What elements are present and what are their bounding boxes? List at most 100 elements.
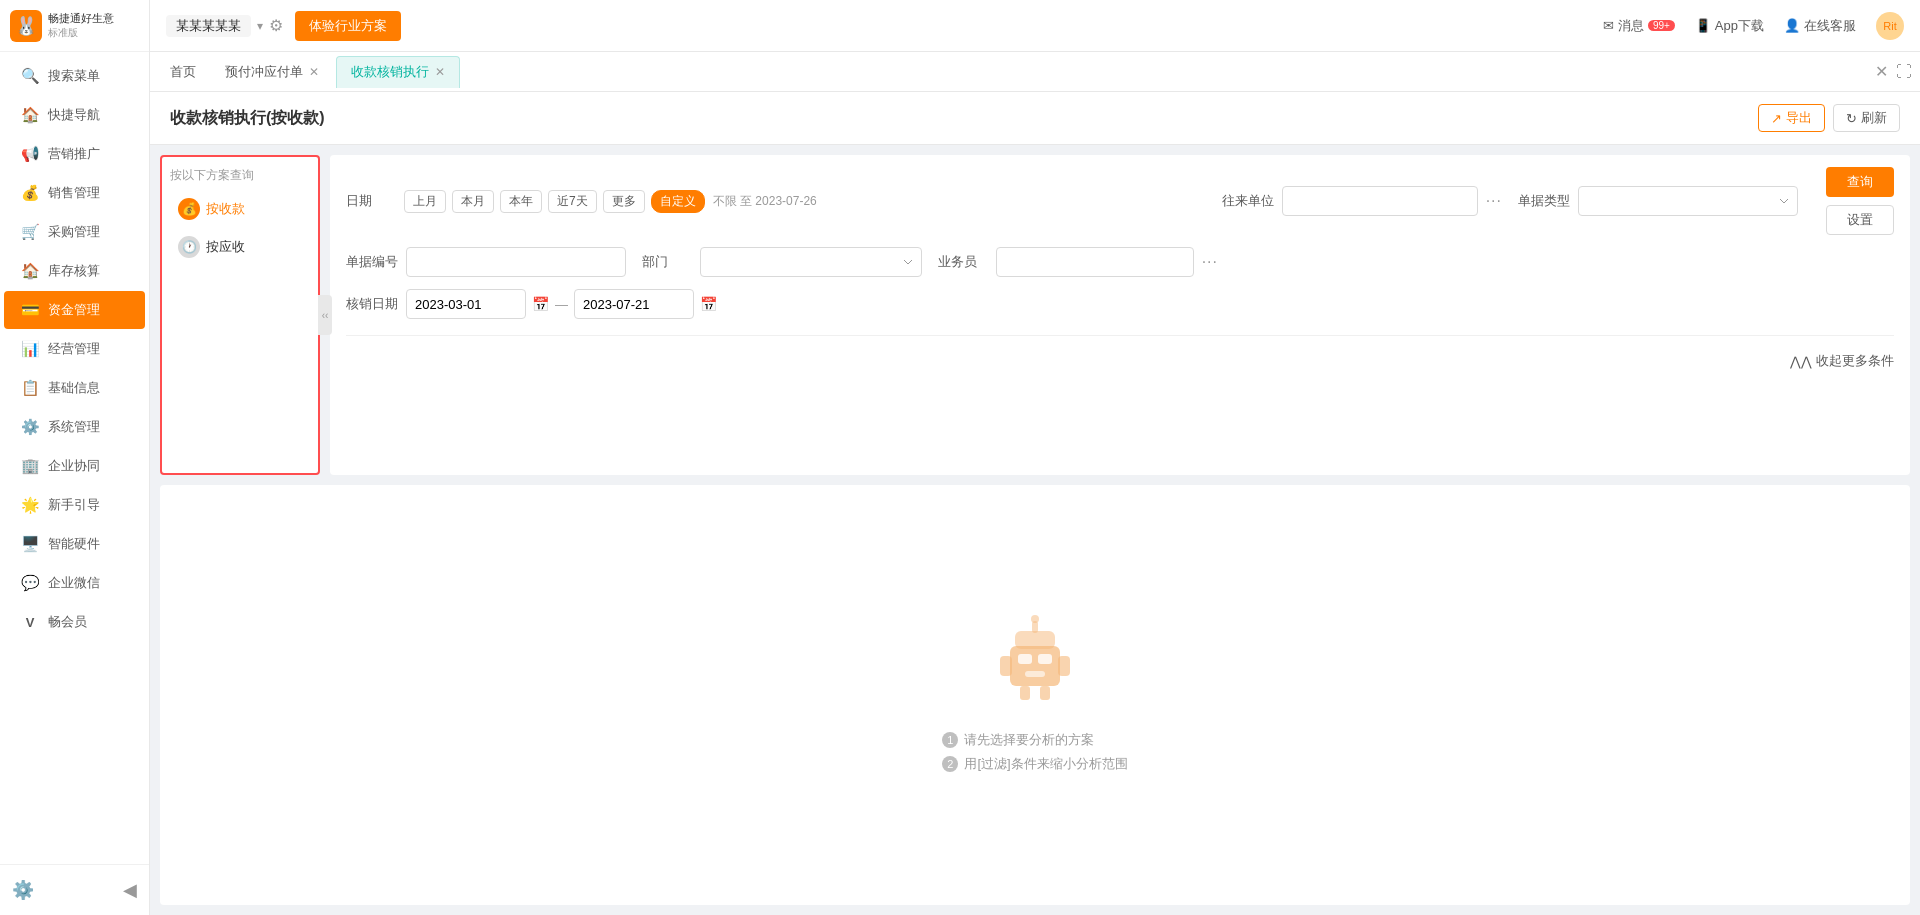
svg-rect-7: [1040, 686, 1050, 700]
empty-illustration: [985, 611, 1085, 711]
basic-icon: 📋: [20, 379, 40, 397]
close-tab-icon[interactable]: ✕: [1875, 62, 1888, 81]
sidebar-item-label: 资金管理: [48, 301, 100, 319]
tab-bar: 首页 预付冲应付单 ✕ 收款核销执行 ✕ ✕ ⛶: [150, 52, 1920, 92]
verify-date-end-input[interactable]: [574, 289, 694, 319]
query-option-receipt[interactable]: 💰 按收款: [170, 192, 310, 226]
doc-type-select[interactable]: [1578, 186, 1798, 216]
setting-button[interactable]: 设置: [1826, 205, 1894, 235]
sidebar-item-enterprise[interactable]: 🏢 企业协同: [4, 447, 145, 485]
dropdown-arrow-icon[interactable]: ▾: [257, 19, 263, 33]
solution-button[interactable]: 体验行业方案: [295, 11, 401, 41]
sidebar-item-hardware[interactable]: 🖥️ 智能硬件: [4, 525, 145, 563]
settings-icon[interactable]: ⚙️: [4, 875, 42, 905]
content-area: 收款核销执行(按收款) ↗ 导出 ↻ 刷新 按以下方案查询 💰 按收款: [150, 92, 1920, 915]
counterpart-input[interactable]: [1282, 186, 1478, 216]
refresh-icon: ↻: [1846, 111, 1857, 126]
marketing-icon: 📢: [20, 145, 40, 163]
svg-rect-0: [1010, 646, 1060, 686]
app-download-button[interactable]: 📱 App下载: [1695, 17, 1764, 35]
sidebar-item-label: 畅会员: [48, 613, 87, 631]
settings-gear-icon[interactable]: ⚙: [269, 16, 283, 35]
svg-rect-2: [1038, 654, 1052, 664]
verify-date-label: 核销日期: [346, 295, 398, 313]
user-avatar[interactable]: Rit: [1876, 12, 1904, 40]
receivable-option-label: 按应收: [206, 238, 245, 256]
counterpart-more-icon[interactable]: ···: [1486, 192, 1502, 210]
logo-text-area: 畅捷通好生意 标准版: [48, 11, 114, 39]
cal-start-icon[interactable]: 📅: [532, 296, 549, 312]
last-month-button[interactable]: 上月: [404, 190, 446, 213]
empty-tip-1: 1 请先选择要分析的方案: [942, 731, 1127, 749]
last-7-days-button[interactable]: 近7天: [548, 190, 597, 213]
sidebar-item-search[interactable]: 🔍 搜索菜单: [4, 57, 145, 95]
sidebar-item-marketing[interactable]: 📢 营销推广: [4, 135, 145, 173]
date-label: 日期: [346, 192, 396, 210]
svg-rect-5: [1058, 656, 1070, 676]
sidebar-item-label: 经营管理: [48, 340, 100, 358]
member-icon: V: [20, 615, 40, 630]
this-month-button[interactable]: 本月: [452, 190, 494, 213]
query-option-receivable[interactable]: 🕐 按应收: [170, 230, 310, 264]
logo-icon: 🐰: [10, 10, 42, 42]
expand-tab-icon[interactable]: ⛶: [1896, 63, 1912, 81]
tab-prepay[interactable]: 预付冲应付单 ✕: [210, 56, 334, 88]
sidebar-item-operation[interactable]: 📊 经营管理: [4, 330, 145, 368]
sidebar-item-sales[interactable]: 💰 销售管理: [4, 174, 145, 212]
svg-rect-3: [1025, 671, 1045, 677]
collapse-sidebar-icon[interactable]: ◀: [115, 875, 145, 905]
sidebar-item-wechat[interactable]: 💬 企业微信: [4, 564, 145, 602]
search-icon: 🔍: [20, 67, 40, 85]
service-label: 在线客服: [1804, 17, 1856, 35]
dept-select[interactable]: [700, 247, 922, 277]
this-year-button[interactable]: 本年: [500, 190, 542, 213]
system-icon: ⚙️: [20, 418, 40, 436]
custom-date-button[interactable]: 自定义: [651, 190, 705, 213]
tab-home[interactable]: 首页: [158, 63, 208, 81]
logo-title: 畅捷通好生意: [48, 11, 114, 25]
sidebar-item-purchase[interactable]: 🛒 采购管理: [4, 213, 145, 251]
tab-receivable-close-icon[interactable]: ✕: [435, 65, 445, 79]
receipt-option-icon: 💰: [178, 198, 200, 220]
sidebar-item-label: 快捷导航: [48, 106, 100, 124]
staff-input[interactable]: [996, 247, 1194, 277]
sidebar-item-label: 系统管理: [48, 418, 100, 436]
header-right: ✉ 消息 99+ 📱 App下载 👤 在线客服 Rit: [1603, 12, 1904, 40]
doc-no-input[interactable]: [406, 247, 626, 277]
staff-more-icon[interactable]: ···: [1202, 253, 1218, 271]
sidebar-item-system[interactable]: ⚙️ 系统管理: [4, 408, 145, 446]
sidebar-item-label: 销售管理: [48, 184, 100, 202]
sidebar-item-label: 智能硬件: [48, 535, 100, 553]
receivable-option-icon: 🕐: [178, 236, 200, 258]
guide-icon: 🌟: [20, 496, 40, 514]
sidebar-item-quicknav[interactable]: 🏠 快捷导航: [4, 96, 145, 134]
verify-date-range: 📅 — 📅: [406, 289, 717, 319]
verify-date-start-input[interactable]: [406, 289, 526, 319]
sidebar-item-basic[interactable]: 📋 基础信息: [4, 369, 145, 407]
tip-num-2: 2: [942, 756, 958, 772]
sidebar-item-label: 企业微信: [48, 574, 100, 592]
more-date-button[interactable]: 更多: [603, 190, 645, 213]
doc-no-label: 单据编号: [346, 253, 398, 271]
export-button[interactable]: ↗ 导出: [1758, 104, 1825, 132]
query-panel: 按以下方案查询 💰 按收款 🕐 按应收 ‹‹: [160, 155, 320, 475]
tab-prepay-close-icon[interactable]: ✕: [309, 65, 319, 79]
sidebar-item-guide[interactable]: 🌟 新手引导: [4, 486, 145, 524]
query-button[interactable]: 查询: [1826, 167, 1894, 197]
sales-icon: 💰: [20, 184, 40, 202]
svg-rect-4: [1000, 656, 1012, 676]
filter-row-3: 核销日期 📅 — 📅: [346, 289, 1894, 319]
panel-collapse-button[interactable]: ‹‹: [318, 295, 332, 335]
message-button[interactable]: ✉ 消息 99+: [1603, 17, 1675, 35]
collapse-more-button[interactable]: ⋀⋀ 收起更多条件: [1790, 348, 1894, 374]
sidebar-item-member[interactable]: V 畅会员: [4, 603, 145, 641]
tab-receivable[interactable]: 收款核销执行 ✕: [336, 56, 460, 88]
sidebar-item-inventory[interactable]: 🏠 库存核算: [4, 252, 145, 290]
cal-end-icon[interactable]: 📅: [700, 296, 717, 312]
tip-num-1: 1: [942, 732, 958, 748]
online-service-button[interactable]: 👤 在线客服: [1784, 17, 1856, 35]
refresh-button[interactable]: ↻ 刷新: [1833, 104, 1900, 132]
tip-text-2: 用[过滤]条件来缩小分析范围: [964, 755, 1127, 773]
logo-area: 🐰 畅捷通好生意 标准版: [0, 0, 149, 52]
sidebar-item-finance[interactable]: 💳 资金管理: [4, 291, 145, 329]
